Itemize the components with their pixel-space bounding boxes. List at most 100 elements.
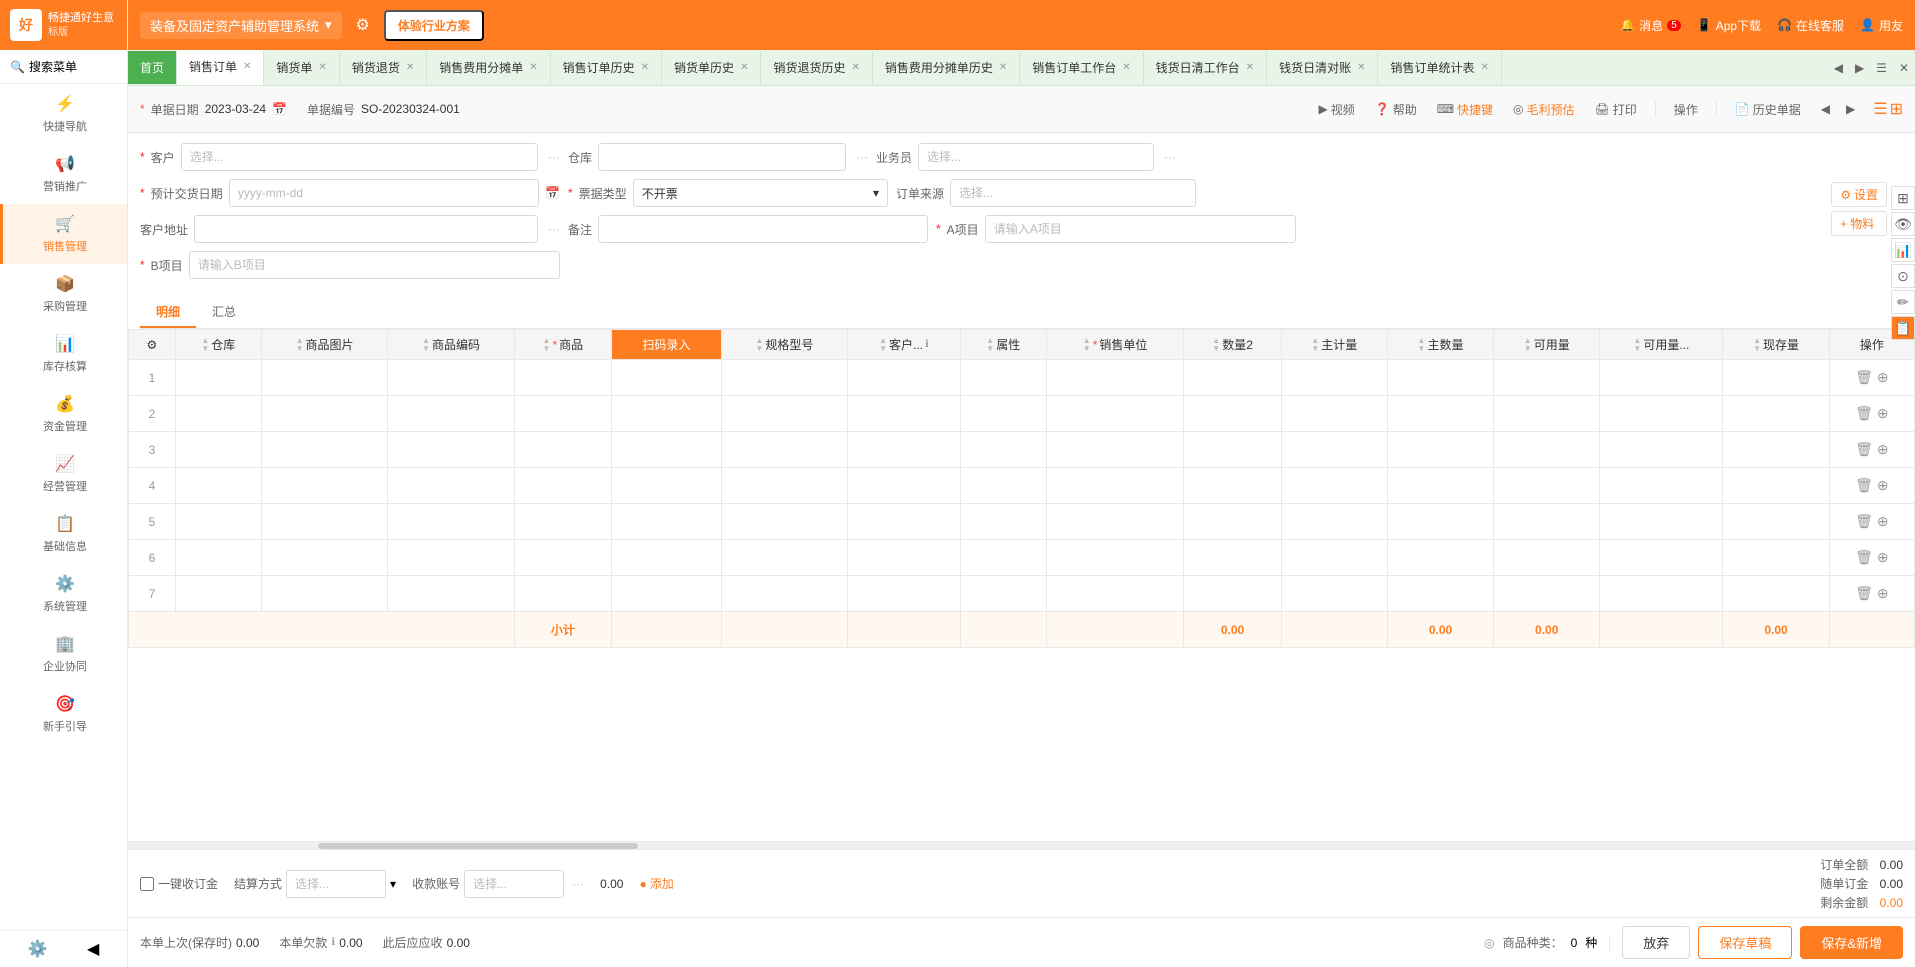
row-7-delete[interactable]: 🗑 — [1855, 585, 1873, 602]
row-1-unit[interactable] — [1046, 360, 1184, 396]
one-click-checkbox[interactable] — [140, 877, 154, 891]
float-btn-5[interactable]: ✏ — [1891, 290, 1915, 314]
tab-close-daily-workbench[interactable]: ✕ — [1246, 62, 1254, 73]
prev-record[interactable]: ◀ — [1815, 94, 1836, 124]
a-project-input[interactable] — [985, 215, 1296, 243]
remarks-input[interactable] — [598, 215, 928, 243]
salesperson-input[interactable] — [918, 143, 1154, 171]
row-1-available2[interactable] — [1600, 360, 1723, 396]
sidebar-item-operations[interactable]: 📈 经营管理 — [0, 444, 127, 504]
next-record[interactable]: ▶ — [1840, 94, 1861, 124]
save-draft-button[interactable]: 保存草稿 — [1698, 926, 1792, 959]
sidebar-item-sales[interactable]: 🛒 销售管理 — [0, 204, 127, 264]
row-7-copy[interactable]: ⊕ — [1877, 585, 1889, 602]
float-btn-2[interactable]: 👁 — [1891, 212, 1915, 236]
salesperson-more-icon[interactable]: ··· — [1164, 150, 1176, 164]
row-1-product[interactable] — [514, 360, 611, 396]
addr-more-icon[interactable]: ··· — [548, 222, 560, 236]
shortcut-btn[interactable]: ⌨ 快捷键 — [1431, 99, 1499, 120]
float-btn-4[interactable]: ⊙ — [1891, 264, 1915, 288]
solution-button[interactable]: 体验行业方案 — [384, 10, 484, 41]
account-more-icon[interactable]: ··· — [572, 877, 584, 891]
tab-close-sales-expense[interactable]: ✕ — [529, 62, 537, 73]
row-1-warehouse[interactable] — [175, 360, 261, 396]
warehouse-input[interactable]: 成品库 — [598, 143, 846, 171]
tab-sales-return[interactable]: 销货退货 ✕ — [340, 51, 427, 84]
settings-button[interactable]: ⚙ 设置 — [1831, 182, 1887, 207]
customer-addr-input[interactable] — [194, 215, 538, 243]
tab-summary[interactable]: 汇总 — [196, 297, 252, 328]
tab-return-history[interactable]: 销货退货历史 ✕ — [761, 51, 872, 84]
row-1-attr[interactable] — [960, 360, 1046, 396]
sidebar-item-system[interactable]: ⚙️ 系统管理 — [0, 564, 127, 624]
tab-close-slip-history[interactable]: ✕ — [740, 62, 748, 73]
print-btn[interactable]: 🖨 打印 — [1589, 99, 1643, 120]
sidebar-item-basic[interactable]: 📋 基础信息 — [0, 504, 127, 564]
row-3-copy[interactable]: ⊕ — [1877, 441, 1889, 458]
tab-close-order-history[interactable]: ✕ — [641, 62, 649, 73]
tab-close-sales-summary[interactable]: ✕ — [1481, 62, 1489, 73]
row-1-stock[interactable] — [1723, 360, 1829, 396]
tab-home[interactable]: 首页 — [128, 51, 177, 84]
row-2-copy[interactable]: ⊕ — [1877, 405, 1889, 422]
tab-right-arrow[interactable]: ▶ — [1849, 53, 1870, 83]
history-btn[interactable]: 📄 历史单据 — [1729, 99, 1807, 120]
online-service[interactable]: 🎧 在线客服 — [1777, 17, 1844, 34]
collapse-icon[interactable]: ◀ — [87, 939, 99, 959]
scroll-thumb[interactable] — [318, 843, 638, 849]
tab-close-daily-reconcile[interactable]: ✕ — [1357, 62, 1365, 73]
discard-button[interactable]: 放弃 — [1622, 926, 1690, 959]
float-btn-6[interactable]: 📋 — [1891, 316, 1915, 340]
sidebar-item-finance[interactable]: 💰 资金管理 — [0, 384, 127, 444]
row-1-code[interactable] — [388, 360, 514, 396]
settings-icon[interactable]: ⚙️ — [28, 939, 48, 959]
invoice-select[interactable]: 不开票 ▾ — [633, 179, 888, 207]
sidebar-item-enterprise[interactable]: 🏢 企业协同 — [0, 624, 127, 684]
tab-close-return-history[interactable]: ✕ — [851, 62, 859, 73]
customer-more-icon[interactable]: ··· — [548, 150, 560, 164]
row-1-delete[interactable]: 🗑 — [1855, 369, 1873, 386]
tab-close-sales-order[interactable]: ✕ — [243, 61, 251, 72]
tab-close-sales-slip[interactable]: ✕ — [318, 62, 326, 73]
scroll-bar[interactable] — [128, 841, 1915, 849]
sidebar-item-guide[interactable]: 🎯 新手引导 — [0, 684, 127, 744]
th-gear[interactable]: ⚙ — [129, 330, 176, 360]
help-btn[interactable]: ❓ 帮助 — [1369, 99, 1423, 120]
customer-input[interactable] — [181, 143, 538, 171]
sidebar-item-inventory[interactable]: 📊 库存核算 — [0, 324, 127, 384]
row-1-main-qty[interactable] — [1387, 360, 1493, 396]
row-1-spec[interactable] — [721, 360, 847, 396]
warehouse-more-icon[interactable]: ··· — [856, 150, 868, 164]
video-btn[interactable]: ▶ 视频 — [1312, 99, 1360, 120]
tab-close-sales-return[interactable]: ✕ — [406, 62, 414, 73]
system-selector[interactable]: 装备及固定资产辅助管理系统 ▾ — [140, 12, 342, 39]
notifications[interactable]: 🔔 消息 5 — [1620, 17, 1681, 34]
tab-close-order-workbench[interactable]: ✕ — [1122, 62, 1130, 73]
delivery-input[interactable] — [229, 179, 539, 207]
float-btn-3[interactable]: 📊 — [1891, 238, 1915, 262]
operation-btn[interactable]: 操作 — [1668, 99, 1704, 120]
row-4-delete[interactable]: 🗑 — [1855, 477, 1873, 494]
search-menu[interactable]: 🔍 搜索菜单 — [0, 50, 127, 84]
tab-sales-expense[interactable]: 销售费用分摊单 ✕ — [427, 51, 550, 84]
grid-view-icon[interactable]: ⊞ — [1890, 99, 1903, 119]
row-5-delete[interactable]: 🗑 — [1855, 513, 1873, 530]
add-material-button[interactable]: + 物料 — [1831, 211, 1887, 236]
order-source-input[interactable] — [950, 179, 1196, 207]
row-1-image[interactable] — [261, 360, 387, 396]
topbar-gear-icon[interactable]: ⚙ — [352, 11, 374, 39]
row-1-main-unit[interactable] — [1281, 360, 1387, 396]
float-btn-1[interactable]: ⊞ — [1891, 186, 1915, 210]
profit-btn[interactable]: ◎ 毛利预估 — [1507, 99, 1581, 120]
calendar-icon[interactable]: 📅 — [272, 102, 287, 116]
user-menu[interactable]: 👤 用友 — [1860, 17, 1903, 34]
account-input[interactable] — [464, 870, 564, 898]
row-6-delete[interactable]: 🗑 — [1855, 549, 1873, 566]
tab-daily-reconcile[interactable]: 钱货日清对账 ✕ — [1267, 51, 1378, 84]
settlement-input[interactable] — [286, 870, 386, 898]
tab-sales-order-history[interactable]: 销售订单历史 ✕ — [551, 51, 662, 84]
tab-close-expense-history[interactable]: ✕ — [999, 62, 1007, 73]
row-4-copy[interactable]: ⊕ — [1877, 477, 1889, 494]
tab-order-workbench[interactable]: 销售订单工作台 ✕ — [1020, 51, 1143, 84]
tab-close-all[interactable]: ✕ — [1893, 53, 1915, 83]
